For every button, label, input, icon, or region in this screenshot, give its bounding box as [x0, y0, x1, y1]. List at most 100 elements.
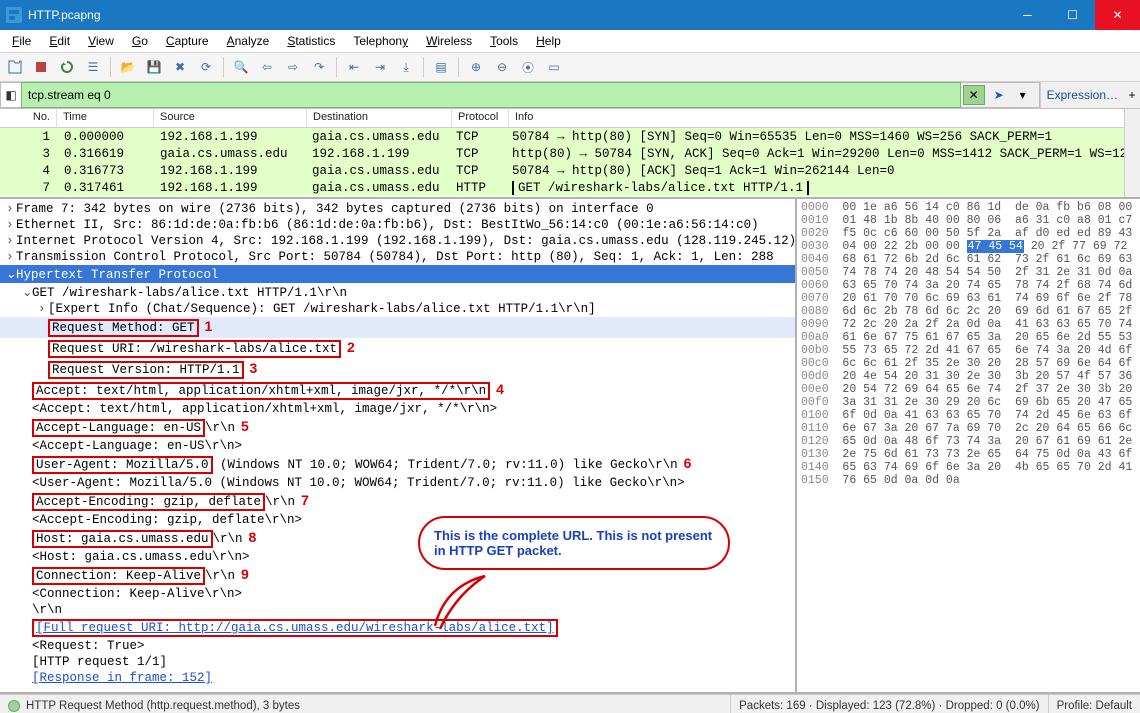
- autoscroll-icon[interactable]: ⤓: [395, 56, 417, 78]
- col-time[interactable]: Time: [57, 109, 154, 127]
- bytes-row[interactable]: 0130 2e 75 6d 61 73 73 2e 65 64 75 0d 0a…: [801, 448, 1136, 461]
- detail-http-request-num[interactable]: [HTTP request 1/1]: [32, 655, 167, 669]
- detail-accept[interactable]: Accept: text/html, application/xhtml+xml…: [36, 384, 456, 398]
- colorize-icon[interactable]: ▤: [430, 56, 452, 78]
- packet-row[interactable]: 40.316773192.168.1.199gaia.cs.umass.eduT…: [0, 162, 1140, 179]
- detail-request-version[interactable]: Request Version: HTTP/1.1: [48, 361, 244, 379]
- restart-capture-icon[interactable]: [56, 56, 78, 78]
- bytes-row[interactable]: 0090 72 2c 20 2a 2f 2a 0d 0a 41 63 63 65…: [801, 318, 1136, 331]
- save-icon[interactable]: 💾: [143, 56, 165, 78]
- bytes-row[interactable]: 0040 68 61 72 6b 2d 6c 61 62 73 2f 61 6c…: [801, 253, 1136, 266]
- bytes-row[interactable]: 00e0 20 54 72 69 64 65 6e 74 2f 37 2e 30…: [801, 383, 1136, 396]
- bytes-row[interactable]: 0050 74 78 74 20 48 54 54 50 2f 31 2e 31…: [801, 266, 1136, 279]
- next-icon[interactable]: ⇨: [282, 56, 304, 78]
- packet-list-scrollbar[interactable]: [1124, 109, 1140, 197]
- detail-response-in-frame[interactable]: [Response in frame: 152]: [32, 671, 212, 685]
- packet-details-pane[interactable]: ›Frame 7: 342 bytes on wire (2736 bits),…: [0, 199, 795, 692]
- zoom-out-icon[interactable]: ⊖: [491, 56, 513, 78]
- menu-wireless[interactable]: Wireless: [418, 32, 480, 50]
- detail-expert-info[interactable]: [Expert Info (Chat/Sequence): GET /wires…: [48, 302, 596, 316]
- zoom-reset-icon[interactable]: ⦿: [517, 56, 539, 78]
- find-icon[interactable]: 🔍: [230, 56, 252, 78]
- detail-ip[interactable]: Internet Protocol Version 4, Src: 192.16…: [16, 234, 795, 248]
- detail-accept-raw[interactable]: <Accept: text/html, application/xhtml+xm…: [32, 402, 497, 416]
- close-button[interactable]: ✕: [1095, 0, 1140, 30]
- packet-row[interactable]: 70.317461192.168.1.199gaia.cs.umass.eduH…: [0, 179, 1140, 196]
- bytes-row[interactable]: 00b0 55 73 65 72 2d 41 67 65 6e 74 3a 20…: [801, 344, 1136, 357]
- detail-request-uri[interactable]: Request URI: /wireshark-labs/alice.txt: [48, 340, 341, 358]
- bytes-row[interactable]: 0060 63 65 70 74 3a 20 74 65 78 74 2f 68…: [801, 279, 1136, 292]
- bytes-row[interactable]: 00d0 20 4e 54 20 31 30 2e 30 3b 20 57 4f…: [801, 370, 1136, 383]
- col-source[interactable]: Source: [154, 109, 307, 127]
- detail-tcp[interactable]: Transmission Control Protocol, Src Port:…: [16, 250, 774, 264]
- prev-icon[interactable]: ⇦: [256, 56, 278, 78]
- goto-icon[interactable]: ↷: [308, 56, 330, 78]
- detail-connection[interactable]: Connection: Keep-Alive: [32, 567, 205, 585]
- packet-row[interactable]: 30.316619gaia.cs.umass.edu192.168.1.199T…: [0, 145, 1140, 162]
- packet-bytes-pane[interactable]: 0000 00 1e a6 56 14 c0 86 1d de 0a fb b6…: [795, 199, 1140, 692]
- stop-capture-icon[interactable]: [30, 56, 52, 78]
- display-filter-input[interactable]: tcp.stream eq 0: [21, 82, 961, 108]
- menu-view[interactable]: View: [80, 32, 122, 50]
- bytes-row[interactable]: 0020 f5 0c c6 60 00 50 5f 2a af d0 ed ed…: [801, 227, 1136, 240]
- menu-statistics[interactable]: Statistics: [279, 32, 343, 50]
- col-destination[interactable]: Destination: [307, 109, 452, 127]
- packet-row[interactable]: 10.000000192.168.1.199gaia.cs.umass.eduT…: [0, 128, 1140, 145]
- menu-go[interactable]: Go: [124, 32, 156, 50]
- menu-file[interactable]: File: [4, 32, 39, 50]
- detail-accept-encoding[interactable]: Accept-Encoding: gzip, deflate: [32, 493, 265, 511]
- packet-list[interactable]: No. Time Source Destination Protocol Inf…: [0, 109, 1140, 199]
- bytes-row[interactable]: 0110 6e 67 3a 20 67 7a 69 70 2c 20 64 65…: [801, 422, 1136, 435]
- options-icon[interactable]: ☰: [82, 56, 104, 78]
- filter-add-button[interactable]: +: [1124, 82, 1140, 108]
- detail-request-method[interactable]: Request Method: GET: [48, 319, 199, 337]
- bytes-row[interactable]: 0010 01 48 1b 8b 40 00 80 06 a6 31 c0 a8…: [801, 214, 1136, 227]
- detail-frame[interactable]: Frame 7: 342 bytes on wire (2736 bits), …: [16, 202, 654, 216]
- col-protocol[interactable]: Protocol: [452, 109, 509, 127]
- reload-icon[interactable]: ⟳: [195, 56, 217, 78]
- filter-clear-icon[interactable]: ✕: [963, 85, 985, 105]
- minimize-button[interactable]: ─: [1005, 0, 1050, 30]
- detail-accept-language-raw[interactable]: <Accept-Language: en-US\r\n>: [32, 439, 242, 453]
- maximize-button[interactable]: ☐: [1050, 0, 1095, 30]
- bytes-row[interactable]: 0030 04 00 22 2b 00 00 47 45 54 20 2f 77…: [801, 240, 1136, 253]
- col-no[interactable]: No.: [0, 109, 57, 127]
- filter-expression-button[interactable]: Expression…: [1040, 82, 1124, 108]
- detail-user-agent[interactable]: User-Agent: Mozilla/5.0: [32, 456, 213, 474]
- detail-host[interactable]: Host: gaia.cs.umass.edu: [32, 530, 213, 548]
- bytes-row[interactable]: 00c0 6c 6c 61 2f 35 2e 30 20 28 57 69 6e…: [801, 357, 1136, 370]
- menu-telephony[interactable]: Telephony: [345, 32, 416, 50]
- bytes-row[interactable]: 00a0 61 6e 67 75 61 67 65 3a 20 65 6e 2d…: [801, 331, 1136, 344]
- filter-history-icon[interactable]: ▾: [1013, 86, 1033, 104]
- bytes-row[interactable]: 0150 76 65 0d 0a 0d 0a: [801, 474, 1136, 487]
- bytes-row[interactable]: 0100 6f 0d 0a 41 63 63 65 70 74 2d 45 6e…: [801, 409, 1136, 422]
- detail-host-raw[interactable]: <Host: gaia.cs.umass.edu\r\n>: [32, 550, 250, 564]
- first-icon[interactable]: ⇤: [343, 56, 365, 78]
- detail-http[interactable]: Hypertext Transfer Protocol: [16, 268, 219, 282]
- menu-help[interactable]: Help: [528, 32, 569, 50]
- col-info[interactable]: Info: [509, 109, 1140, 127]
- menu-edit[interactable]: Edit: [41, 32, 78, 50]
- start-capture-icon[interactable]: [4, 56, 26, 78]
- bytes-row[interactable]: 0140 65 63 74 69 6f 6e 3a 20 4b 65 65 70…: [801, 461, 1136, 474]
- detail-user-agent-raw[interactable]: <User-Agent: Mozilla/5.0 (Windows NT 10.…: [32, 476, 685, 490]
- last-icon[interactable]: ⇥: [369, 56, 391, 78]
- filter-apply-icon[interactable]: ➤: [989, 86, 1009, 104]
- detail-accept-encoding-raw[interactable]: <Accept-Encoding: gzip, deflate\r\n>: [32, 513, 302, 527]
- bytes-row[interactable]: 00f0 3a 31 31 2e 30 29 20 6c 69 6b 65 20…: [801, 396, 1136, 409]
- detail-accept-language[interactable]: Accept-Language: en-US: [32, 419, 205, 437]
- close-file-icon[interactable]: ✖: [169, 56, 191, 78]
- detail-eth[interactable]: Ethernet II, Src: 86:1d:de:0a:fb:b6 (86:…: [16, 218, 759, 232]
- zoom-in-icon[interactable]: ⊕: [465, 56, 487, 78]
- detail-request-true[interactable]: <Request: True>: [32, 639, 145, 653]
- bytes-row[interactable]: 0120 65 0d 0a 48 6f 73 74 3a 20 67 61 69…: [801, 435, 1136, 448]
- menu-analyze[interactable]: Analyze: [219, 32, 278, 50]
- detail-connection-raw[interactable]: <Connection: Keep-Alive\r\n>: [32, 587, 242, 601]
- menu-capture[interactable]: Capture: [158, 32, 217, 50]
- bytes-row[interactable]: 0080 6d 6c 2b 78 6d 6c 2c 20 69 6d 61 67…: [801, 305, 1136, 318]
- detail-crlf[interactable]: \r\n: [32, 603, 62, 617]
- open-icon[interactable]: 📂: [117, 56, 139, 78]
- bytes-row[interactable]: 0000 00 1e a6 56 14 c0 86 1d de 0a fb b6…: [801, 201, 1136, 214]
- bytes-row[interactable]: 0070 20 61 70 70 6c 69 63 61 74 69 6f 6e…: [801, 292, 1136, 305]
- filter-bookmark-icon[interactable]: ◧: [0, 82, 21, 108]
